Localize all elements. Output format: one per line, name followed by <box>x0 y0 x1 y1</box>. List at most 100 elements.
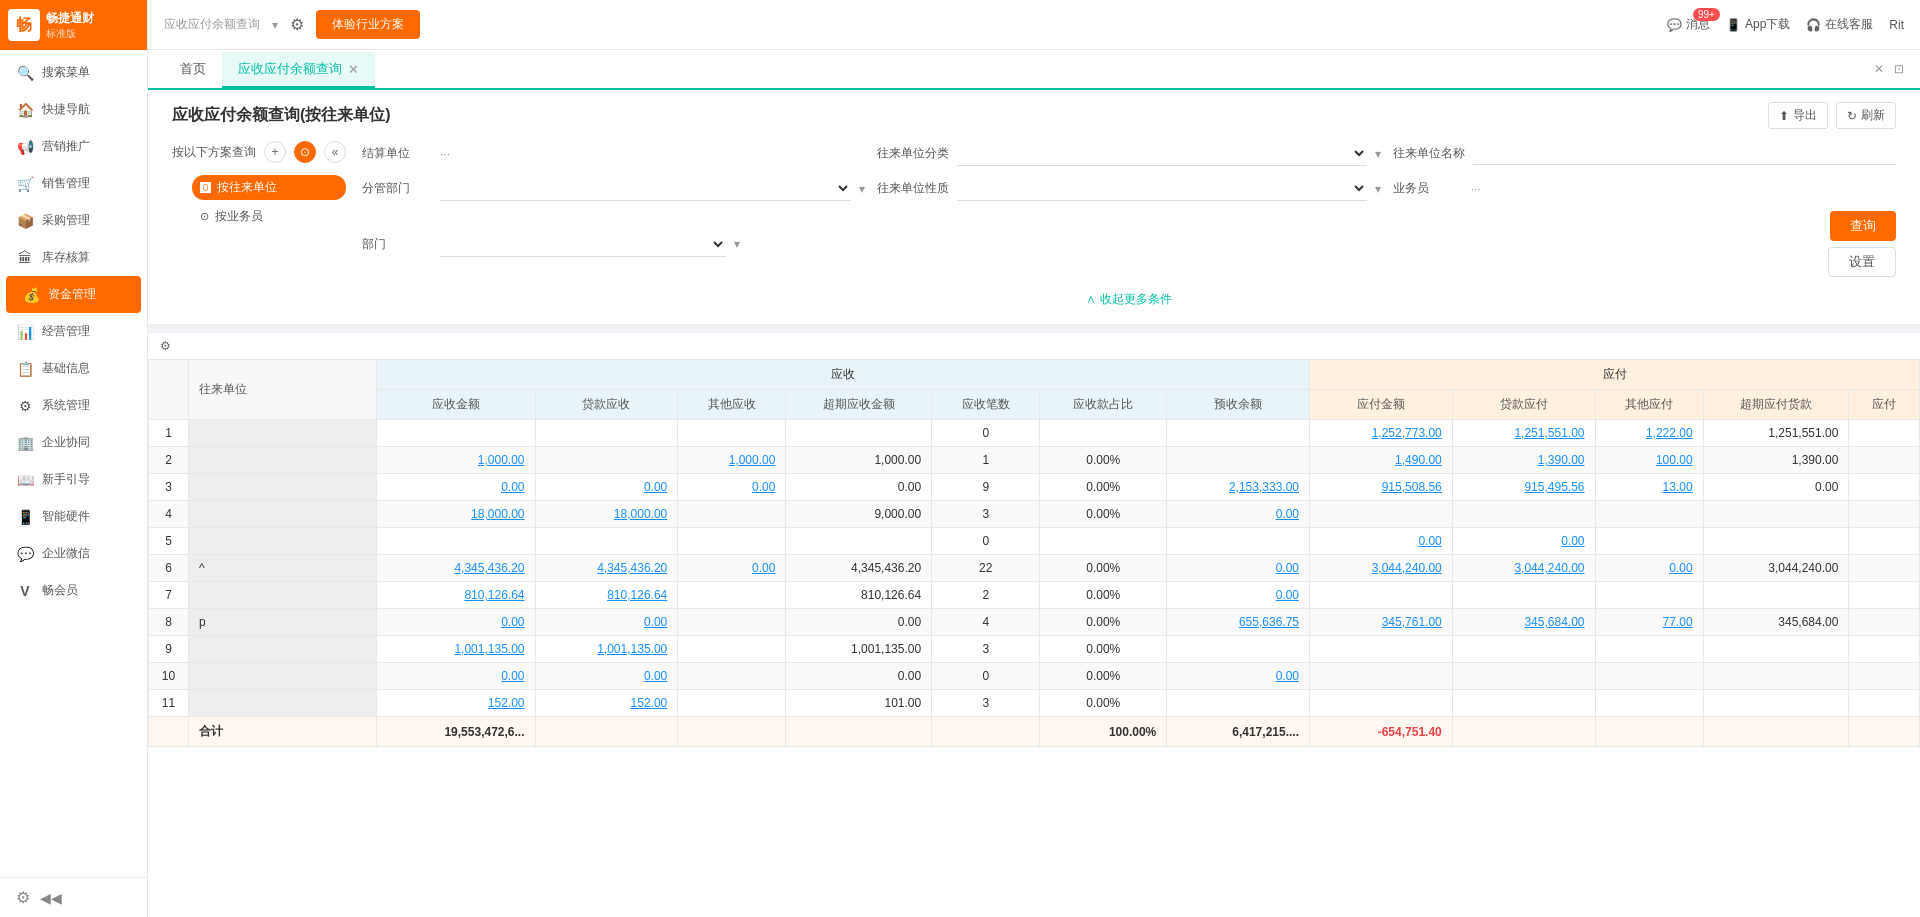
filter-collapse-btn2[interactable]: ∧ 收起更多条件 <box>362 287 1896 312</box>
filter-add-btn[interactable]: + <box>264 141 286 163</box>
table-row: 8p0.000.000.0040.00%655,636.75345,761.00… <box>149 609 1920 636</box>
sidebar: 畅 畅捷通财 标准版 🔍 搜索菜单 🏠 快捷导航 📢 营销推广 🛒 销售管理 📦… <box>0 0 148 917</box>
message-btn[interactable]: 💬 消息 99+ <box>1667 16 1710 33</box>
sidebar-item-finance[interactable]: 💰 资金管理 <box>6 276 141 313</box>
tab-close-icon[interactable]: ✕ <box>348 62 359 77</box>
col-cq-ys: 超期应收金额 <box>786 390 932 420</box>
sidebar-item-hardware[interactable]: 📱 智能硬件 <box>0 498 147 535</box>
unit-name-input[interactable] <box>1473 142 1896 165</box>
refresh-icon: ↻ <box>1847 109 1857 123</box>
sidebar-item-sales[interactable]: 🛒 销售管理 <box>0 165 147 202</box>
table-row: 6^4,345,436.204,345,436.200.004,345,436.… <box>149 555 1920 582</box>
close-window-icon[interactable]: ✕ <box>1874 62 1884 76</box>
inventory-icon: 🏛 <box>16 250 34 266</box>
total-ys-yu: 6,417,215.... <box>1167 717 1310 747</box>
filter-settings-btn[interactable]: ⊙ <box>294 141 316 163</box>
sidebar-item-wechat[interactable]: 💬 企业微信 <box>0 535 147 572</box>
sidebar-item-shortcut[interactable]: 🏠 快捷导航 <box>0 91 147 128</box>
jiesuan-dots[interactable]: ··· <box>440 147 450 161</box>
export-button[interactable]: ⬆ 导出 <box>1768 102 1828 129</box>
sidebar-item-purchase[interactable]: 📦 采购管理 <box>0 202 147 239</box>
sidebar-item-enterprise[interactable]: 🏢 企业协同 <box>0 424 147 461</box>
table-row: 91,001,135.001,001,135.001,001,135.0030.… <box>149 636 1920 663</box>
dept-select[interactable] <box>440 232 726 257</box>
col-ys-bs: 应收笔数 <box>932 390 1040 420</box>
sidebar-item-system[interactable]: ⚙ 系统管理 <box>0 387 147 424</box>
page-header: 应收应付余额查询(按往来单位) ⬆ 导出 ↻ 刷新 <box>148 90 1920 129</box>
logo-icon: 畅 <box>8 9 40 41</box>
header-actions: 💬 消息 99+ 📱 App下载 🎧 在线客服 Rit <box>1667 16 1904 33</box>
app-download-btn[interactable]: 📱 App下载 <box>1726 16 1790 33</box>
set-button[interactable]: 设置 <box>1828 247 1896 277</box>
filter-unit-nature: 往来单位性质 ▾ <box>877 176 1380 201</box>
sidebar-item-management[interactable]: 📊 经营管理 <box>0 313 147 350</box>
filter-by-unit[interactable]: 🅾 按往来单位 <box>192 175 346 200</box>
sidebar-collapse-icon[interactable]: ◀◀ <box>40 890 62 906</box>
col-yf-je: 应付金额 <box>1310 390 1453 420</box>
filter-unit-name: 往来单位名称 <box>1393 142 1896 165</box>
sidebar-logo: 畅 畅捷通财 标准版 <box>0 0 147 50</box>
col-qt-yf: 其他应付 <box>1595 390 1703 420</box>
gear-icon[interactable]: ⚙ <box>290 15 304 34</box>
tab-arquery[interactable]: 应收应付余额查询 ✕ <box>222 52 375 88</box>
sidebar-item-vip[interactable]: V 畅会员 <box>0 572 147 609</box>
refresh-button[interactable]: ↻ 刷新 <box>1836 102 1896 129</box>
sidebar-item-inventory[interactable]: 🏛 库存核算 <box>0 239 147 276</box>
total-ys-zb: 100.00% <box>1040 717 1167 747</box>
total-ys-je: 19,553,472,6... <box>377 717 535 747</box>
table-row: 100.000.000.0000.00%0.00 <box>149 663 1920 690</box>
query-button[interactable]: 查询 <box>1830 211 1896 241</box>
filter-unit-category: 往来单位分类 ▾ <box>877 141 1380 166</box>
filter-row-1: 结算单位 ··· 往来单位分类 ▾ 往来单位名称 <box>362 141 1896 166</box>
sidebar-settings-icon[interactable]: ⚙ <box>16 888 30 907</box>
user-avatar[interactable]: Rit <box>1889 18 1904 32</box>
sidebar-item-basic[interactable]: 📋 基础信息 <box>0 350 147 387</box>
solution-button[interactable]: 体验行业方案 <box>316 10 420 39</box>
tab-home[interactable]: 首页 <box>164 52 222 88</box>
dept-chevron: ▾ <box>734 237 740 251</box>
filter-action-btns: 查询 设置 <box>1519 211 1897 277</box>
col-dk-ys: 贷款应收 <box>535 390 678 420</box>
export-icon: ⬆ <box>1779 109 1789 123</box>
service-btn[interactable]: 🎧 在线客服 <box>1806 16 1873 33</box>
sidebar-item-search[interactable]: 🔍 搜索菜单 <box>0 54 147 91</box>
total-label: 合计 <box>189 717 377 747</box>
app-icon: 📱 <box>1726 18 1741 32</box>
enterprise-icon: 🏢 <box>16 435 34 451</box>
search-icon: 🔍 <box>16 65 34 81</box>
chevron-down-icon[interactable]: ▾ <box>272 18 278 32</box>
table-settings-icon[interactable]: ⚙ <box>160 339 171 353</box>
filter-by-staff[interactable]: ⊙ 按业务员 <box>192 204 346 229</box>
filter-row-2: 分管部门 ▾ 往来单位性质 ▾ 业务员 <box>362 176 1896 201</box>
sidebar-item-guide[interactable]: 📖 新手引导 <box>0 461 147 498</box>
unit-nature-select[interactable] <box>957 176 1366 201</box>
filter-fields: 结算单位 ··· 往来单位分类 ▾ 往来单位名称 <box>362 141 1896 312</box>
filter-dept: 部门 ▾ <box>362 232 740 257</box>
staff-dots[interactable]: ··· <box>1471 182 1481 196</box>
data-table-wrapper: ⚙ 往来单位 应收 应付 应收金额 贷款应收 <box>148 333 1920 917</box>
guide-icon: 📖 <box>16 472 34 488</box>
marketing-icon: 📢 <box>16 139 34 155</box>
fenguan-chevron: ▾ <box>859 182 865 196</box>
col-ys-zb: 应收款占比 <box>1040 390 1167 420</box>
unit-category-select[interactable] <box>957 141 1366 166</box>
system-icon: ⚙ <box>16 398 34 414</box>
col-qt-ys: 其他应收 <box>678 390 786 420</box>
table-row: 7810,126.64810,126.64810,126.6420.00%0.0… <box>149 582 1920 609</box>
filter-area: 按以下方案查询 + ⊙ « 🅾 按往来单位 ⊙ 按业务员 <box>148 129 1920 325</box>
maximize-window-icon[interactable]: ⊡ <box>1894 62 1904 76</box>
col-group-yingfu: 应付 <box>1310 360 1920 390</box>
col-ys-yu: 预收余额 <box>1167 390 1310 420</box>
fenguan-select[interactable] <box>440 176 851 201</box>
filter-collapse-btn[interactable]: « <box>324 141 346 163</box>
message-icon: 💬 <box>1667 18 1682 32</box>
col-ys-je: 应收金额 <box>377 390 535 420</box>
col-dk-yf: 贷款应付 <box>1452 390 1595 420</box>
sidebar-item-marketing[interactable]: 📢 营销推广 <box>0 128 147 165</box>
filter-sub-items: 🅾 按往来单位 ⊙ 按业务员 <box>172 175 346 229</box>
window-controls: ✕ ⊡ <box>1874 62 1904 76</box>
message-badge: 99+ <box>1693 8 1720 21</box>
sidebar-bottom: ⚙ ◀◀ <box>0 877 147 917</box>
collapse-icon: ∧ <box>1086 292 1096 306</box>
col-group-yingshou: 应收 <box>377 360 1310 390</box>
